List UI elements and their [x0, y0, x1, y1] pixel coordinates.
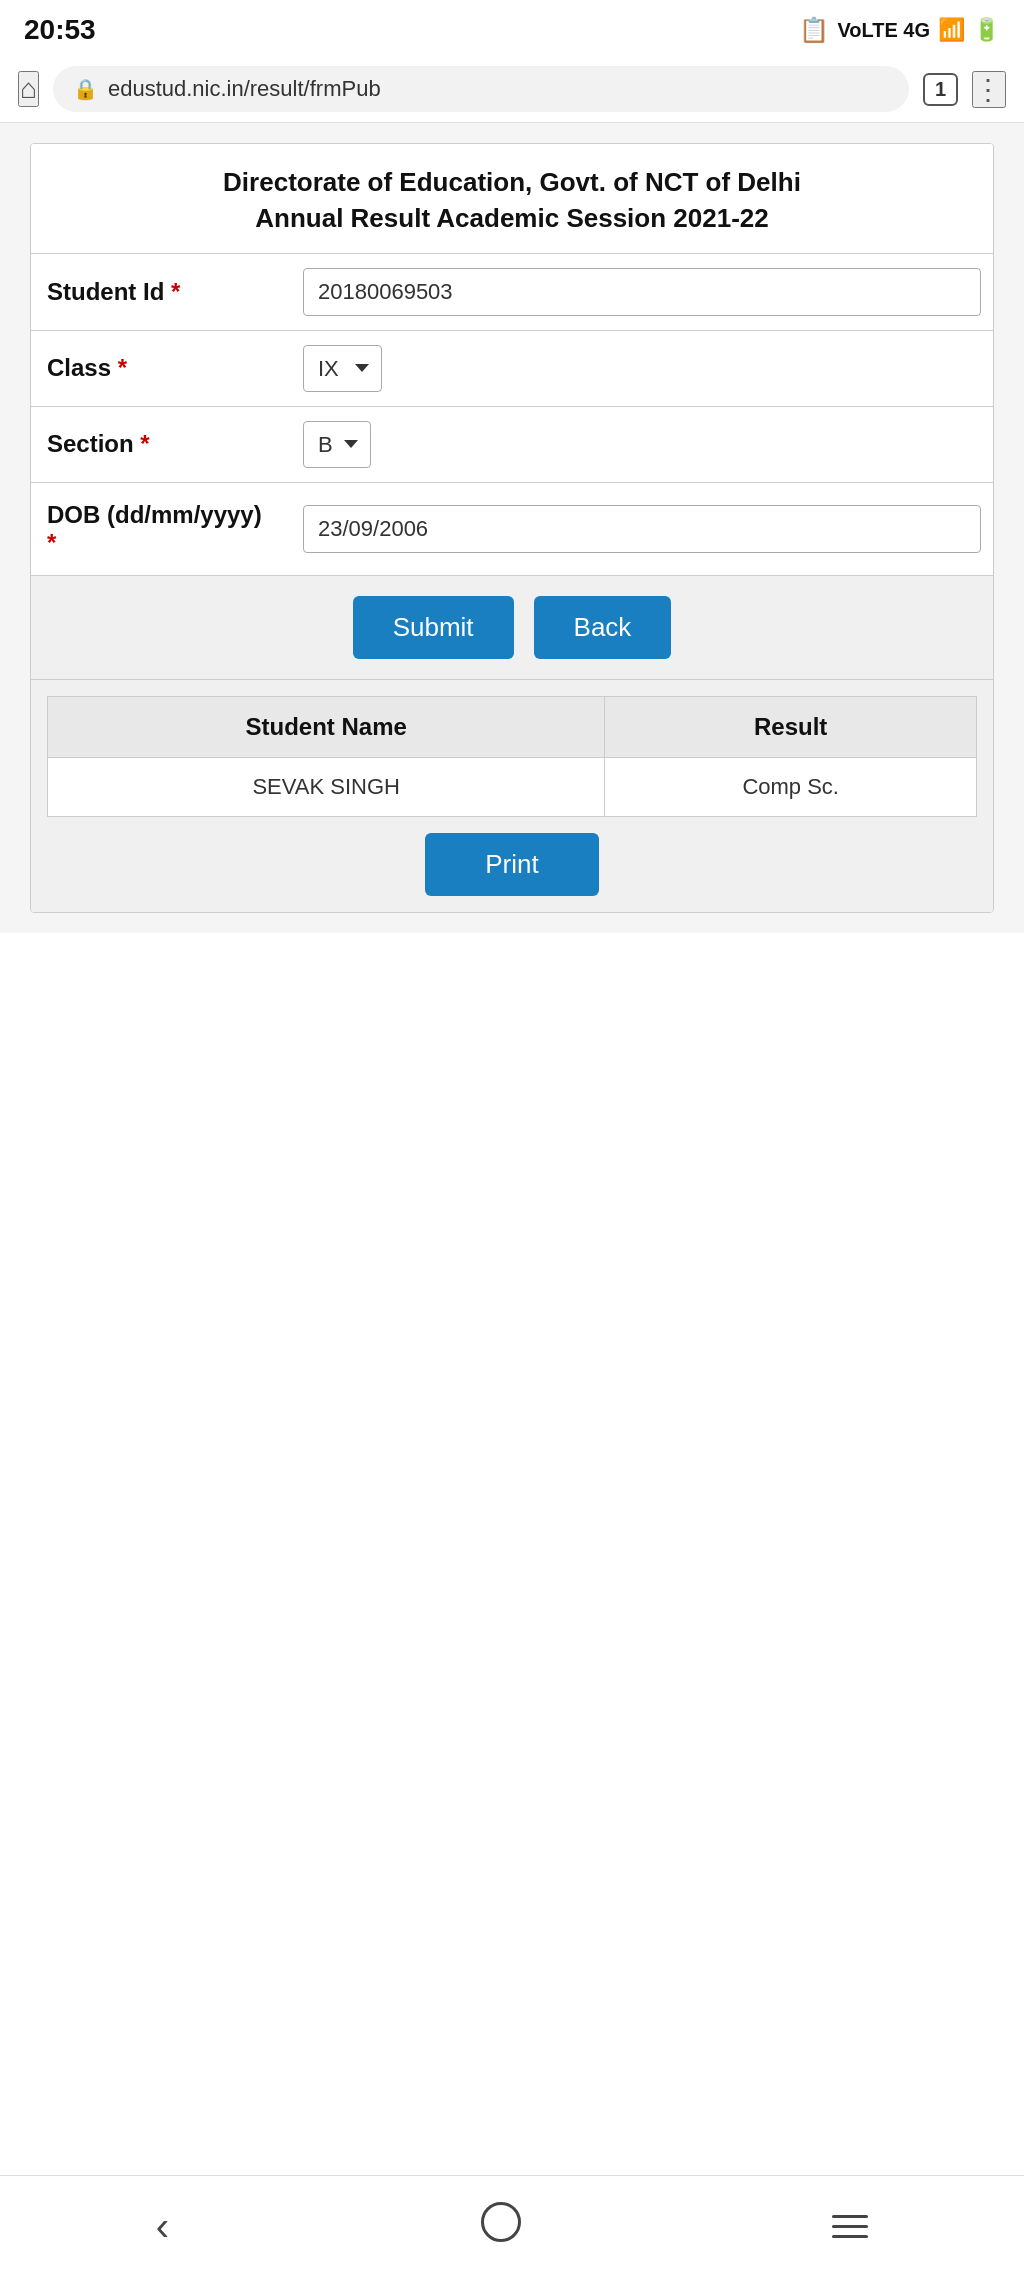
task-icon: 📋: [799, 16, 829, 44]
results-section: Student Name Result SEVAK SINGH Comp Sc.…: [31, 680, 993, 912]
student-name-cell: SEVAK SINGH: [48, 757, 605, 816]
url-bar[interactable]: 🔒 edustud.nic.in/result/frmPub: [53, 66, 909, 112]
student-id-row: Student Id *: [31, 254, 993, 331]
student-id-field[interactable]: [291, 254, 993, 330]
menu-nav-button[interactable]: [802, 2207, 898, 2246]
section-row: Section * A B C D: [31, 407, 993, 483]
browser-menu-button[interactable]: ⋮: [972, 71, 1006, 108]
url-text: edustud.nic.in/result/frmPub: [108, 76, 381, 102]
signal-bars-icon: 📶: [938, 17, 965, 43]
col-result: Result: [605, 696, 977, 757]
section-field[interactable]: A B C D: [291, 407, 993, 482]
class-select[interactable]: IX X XI XII: [303, 345, 382, 392]
signal-text: VoLTE 4G: [837, 19, 930, 42]
form-buttons-row: Submit Back: [31, 576, 993, 680]
dob-label: DOB (dd/mm/yyyy) *: [31, 483, 291, 575]
section-label: Section *: [31, 412, 291, 476]
nav-lines-icon: [832, 2215, 868, 2238]
tab-count-badge[interactable]: 1: [923, 73, 958, 106]
home-button[interactable]: ⌂: [18, 71, 39, 107]
result-cell: Comp Sc.: [605, 757, 977, 816]
battery-icon: 🔋: [973, 17, 1000, 43]
submit-button[interactable]: Submit: [353, 596, 514, 659]
status-bar: 20:53 📋 VoLTE 4G 📶 🔋: [0, 0, 1024, 56]
student-id-input[interactable]: [303, 268, 981, 316]
form-title: Directorate of Education, Govt. of NCT o…: [51, 164, 973, 237]
col-student-name: Student Name: [48, 696, 605, 757]
required-mark: *: [164, 278, 180, 305]
table-row: SEVAK SINGH Comp Sc.: [48, 757, 977, 816]
browser-bar: ⌂ 🔒 edustud.nic.in/result/frmPub 1 ⋮: [0, 56, 1024, 123]
status-time: 20:53: [24, 14, 96, 46]
dob-input[interactable]: [303, 505, 981, 553]
dob-field[interactable]: [291, 491, 993, 567]
lock-icon: 🔒: [73, 77, 98, 101]
results-table: Student Name Result SEVAK SINGH Comp Sc.: [47, 696, 977, 817]
dob-row: DOB (dd/mm/yyyy) *: [31, 483, 993, 576]
class-label: Class *: [31, 336, 291, 400]
form-card: Directorate of Education, Govt. of NCT o…: [30, 143, 994, 913]
print-button[interactable]: Print: [425, 833, 598, 896]
home-nav-circle: [481, 2202, 521, 2242]
form-header: Directorate of Education, Govt. of NCT o…: [31, 144, 993, 254]
print-row: Print: [47, 833, 977, 896]
back-nav-button[interactable]: ‹: [126, 2196, 199, 2257]
class-field[interactable]: IX X XI XII: [291, 331, 993, 406]
section-select[interactable]: A B C D: [303, 421, 371, 468]
bottom-nav: ‹: [0, 2175, 1024, 2283]
student-id-label: Student Id *: [31, 260, 291, 324]
home-nav-button[interactable]: [451, 2194, 551, 2259]
class-row: Class * IX X XI XII: [31, 331, 993, 407]
status-icons: 📋 VoLTE 4G 📶 🔋: [799, 16, 1000, 44]
page-content: Directorate of Education, Govt. of NCT o…: [0, 123, 1024, 933]
back-button[interactable]: Back: [534, 596, 672, 659]
